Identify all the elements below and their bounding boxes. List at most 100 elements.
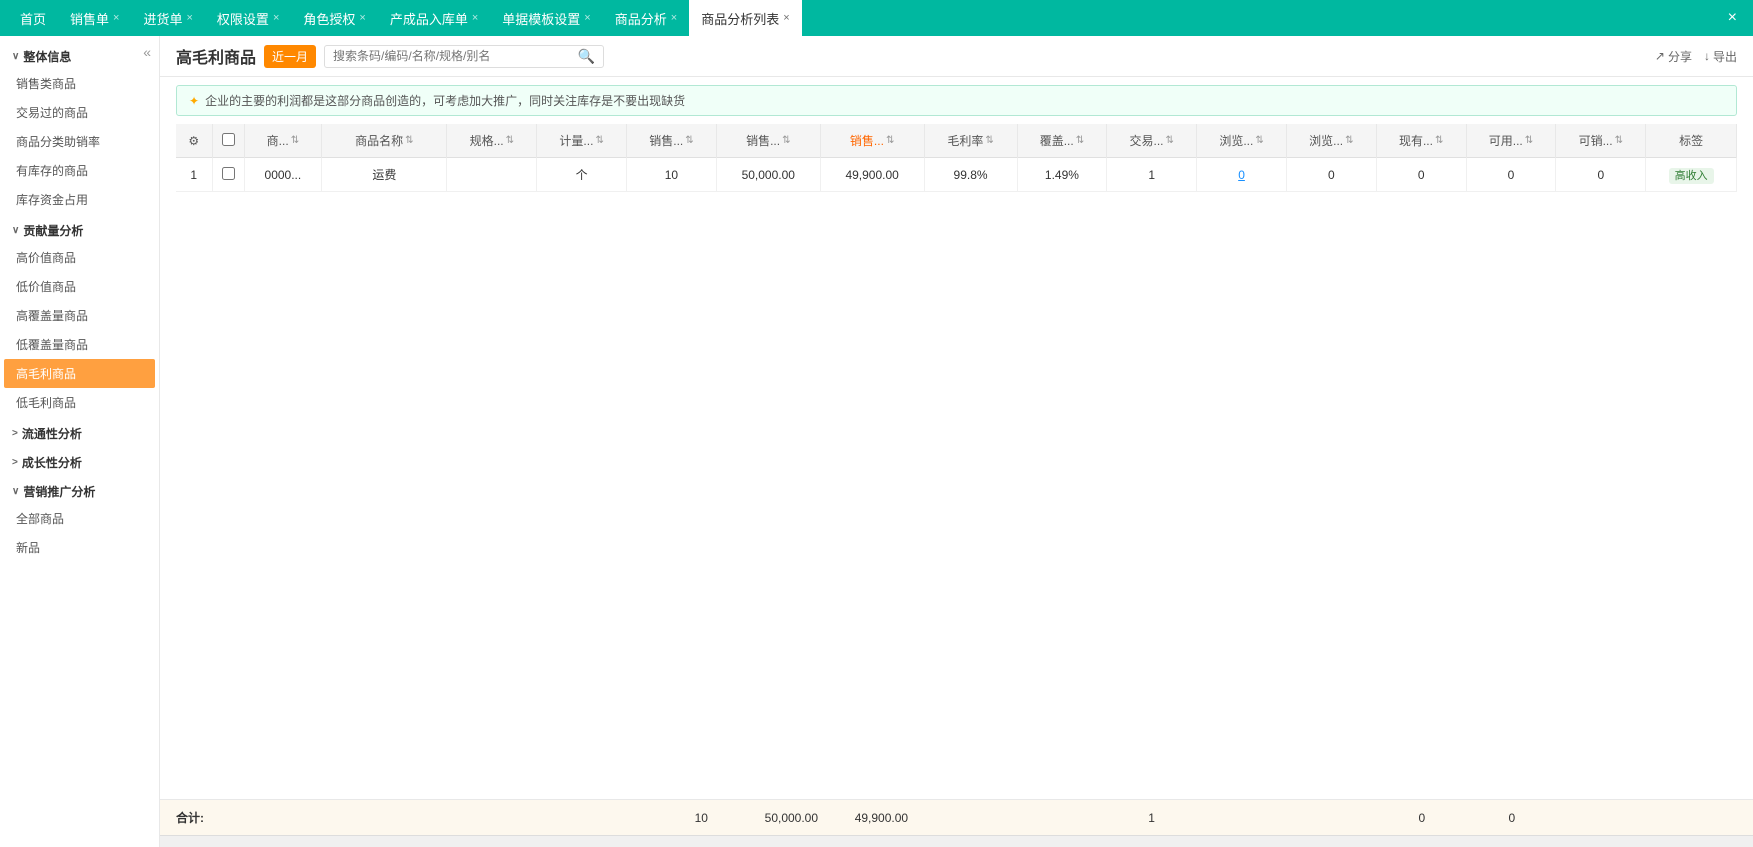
sidebar-item-1-0[interactable]: 高价值商品 [0,243,159,272]
nav-close-5[interactable]: × [472,12,478,24]
col-available-label: 可用... [1489,132,1523,149]
sidebar-item-0-4[interactable]: 库存资金占用 [0,185,159,214]
sidebar-collapse-button[interactable]: « [143,44,151,60]
sidebar-group-2: >流通性分析 [0,417,159,446]
nav-item-0[interactable]: 首页 [8,0,58,36]
nav-item-1[interactable]: 销售单 × [58,0,131,36]
main-content: 高毛利商品 近一月 🔍 ↗ 分享 ↓ 导出 ✦ 企业的主要的利润都是这部分商品创… [160,36,1753,847]
share-button[interactable]: ↗ 分享 [1655,48,1692,65]
sidebar-item-1-3[interactable]: 低覆盖量商品 [0,330,159,359]
col-salesqty[interactable]: 销售...⇅ [627,124,717,158]
select-all-checkbox[interactable] [222,133,235,146]
nav-close-1[interactable]: × [113,12,119,24]
col-coverage[interactable]: 覆盖...⇅ [1017,124,1107,158]
footer-total: 合计: 10 50,000.00 49,900.00 1 0 0 [160,799,1753,835]
sidebar-group-4: ∨营销推广分析全部商品新品 [0,475,159,562]
sidebar-item-0-0[interactable]: 销售类商品 [0,69,159,98]
page-title: 高毛利商品 [176,44,256,68]
col-salesamt[interactable]: 销售...⇅ [716,124,820,158]
nav-item-2[interactable]: 进货单 × [131,0,204,36]
cell-trade: 1 [1107,158,1197,192]
col-coverage-label: 覆盖... [1040,132,1074,149]
col-settings[interactable]: ⚙ [176,124,212,158]
sidebar-item-1-2[interactable]: 高覆盖量商品 [0,301,159,330]
col-spec-label: 规格... [470,132,504,149]
sidebar-item-4-1[interactable]: 新品 [0,533,159,562]
table-header-row: ⚙ 商...⇅ 商品名称⇅ 规格...⇅ [176,124,1737,158]
sidebar-item-0-3[interactable]: 有库存的商品 [0,156,159,185]
sidebar-item-1-1[interactable]: 低价值商品 [0,272,159,301]
sort-icon-salesamt: ⇅ [782,135,790,146]
nav-close-6[interactable]: × [584,12,590,24]
export-label: 导出 [1713,48,1737,65]
sidebar-item-0-1[interactable]: 交易过的商品 [0,98,159,127]
search-input[interactable] [333,49,578,63]
col-salesprofit[interactable]: 销售...⇅ [820,124,924,158]
search-icon[interactable]: 🔍 [578,48,595,65]
nav-close-7[interactable]: × [671,12,677,24]
col-trade[interactable]: 交易...⇅ [1107,124,1197,158]
search-wrap: 🔍 [324,45,604,68]
col-name[interactable]: 商品名称⇅ [322,124,447,158]
window-close-button[interactable]: × [1720,9,1745,27]
col-spec[interactable]: 规格...⇅ [447,124,537,158]
nav-item-label-3: 权限设置 [217,9,269,28]
row-checkbox[interactable] [222,167,235,180]
nav-close-2[interactable]: × [186,12,192,24]
share-icon: ↗ [1655,49,1665,63]
sort-icon-saleable: ⇅ [1615,135,1623,146]
share-label: 分享 [1668,48,1692,65]
cell-view1-link[interactable]: 0 [1238,168,1245,182]
total-current: 0 [1377,811,1467,825]
sort-icon-spec: ⇅ [506,135,514,146]
nav-item-label-1: 销售单 [70,9,109,28]
col-view1[interactable]: 浏览...⇅ [1197,124,1287,158]
sidebar-item-4-0[interactable]: 全部商品 [0,504,159,533]
cell-coverage: 1.49% [1017,158,1107,192]
sidebar-item-0-2[interactable]: 商品分类助销率 [0,127,159,156]
sidebar-group-label-3: 成长性分析 [22,454,82,471]
col-available[interactable]: 可用...⇅ [1466,124,1556,158]
col-code[interactable]: 商...⇅ [244,124,322,158]
nav-item-label-4: 角色授权 [303,9,355,28]
cell-view1[interactable]: 0 [1197,158,1287,192]
sidebar-group-label-1: 贡献量分析 [23,222,83,239]
sidebar-group-title-3[interactable]: > 成长性分析 [0,446,159,475]
sidebar-group-title-4[interactable]: ∨营销推广分析 [0,475,159,504]
bottom-scrollbar[interactable] [160,835,1753,847]
sidebar: « ∨整体信息销售类商品交易过的商品商品分类助销率有库存的商品库存资金占用∨贡献… [0,36,160,847]
col-unit[interactable]: 计量...⇅ [537,124,627,158]
sort-icon-current: ⇅ [1435,135,1443,146]
sidebar-group-title-1[interactable]: ∨贡献量分析 [0,214,159,243]
nav-item-7[interactable]: 商品分析 × [603,0,689,36]
nav-item-4[interactable]: 角色授权 × [291,0,377,36]
tag-label: 高收入 [1669,168,1714,184]
col-checkbox[interactable] [212,124,244,158]
nav-item-8[interactable]: 商品分析列表 × [689,0,801,36]
sort-icon-unit: ⇅ [595,135,603,146]
sidebar-item-1-4[interactable]: 高毛利商品 [4,359,155,388]
nav-close-3[interactable]: × [273,12,279,24]
col-saleable[interactable]: 可销...⇅ [1556,124,1646,158]
col-tag-label: 标签 [1679,134,1703,148]
nav-item-5[interactable]: 产成品入库单 × [378,0,490,36]
settings-icon: ⚙ [188,134,199,148]
sidebar-group-title-0[interactable]: ∨整体信息 [0,40,159,69]
col-code-label: 商... [267,132,289,149]
total-salesamt: 50,000.00 [746,811,836,825]
nav-item-3[interactable]: 权限设置 × [205,0,291,36]
col-unit-label: 计量... [559,132,593,149]
time-filter-button[interactable]: 近一月 [264,45,316,68]
sidebar-item-1-5[interactable]: 低毛利商品 [0,388,159,417]
sidebar-group-title-2[interactable]: >流通性分析 [0,417,159,446]
sidebar-group-arrow-3: > [12,457,18,468]
nav-close-8[interactable]: × [783,12,789,24]
col-grossmargin[interactable]: 毛利率⇅ [924,124,1017,158]
nav-close-4[interactable]: × [359,12,365,24]
export-button[interactable]: ↓ 导出 [1704,48,1737,65]
cell-checkbox[interactable] [212,158,244,192]
col-view2[interactable]: 浏览...⇅ [1286,124,1376,158]
col-current[interactable]: 现有...⇅ [1376,124,1466,158]
nav-item-6[interactable]: 单据模板设置 × [490,0,602,36]
sidebar-group-1: ∨贡献量分析高价值商品低价值商品高覆盖量商品低覆盖量商品高毛利商品低毛利商品 [0,214,159,417]
